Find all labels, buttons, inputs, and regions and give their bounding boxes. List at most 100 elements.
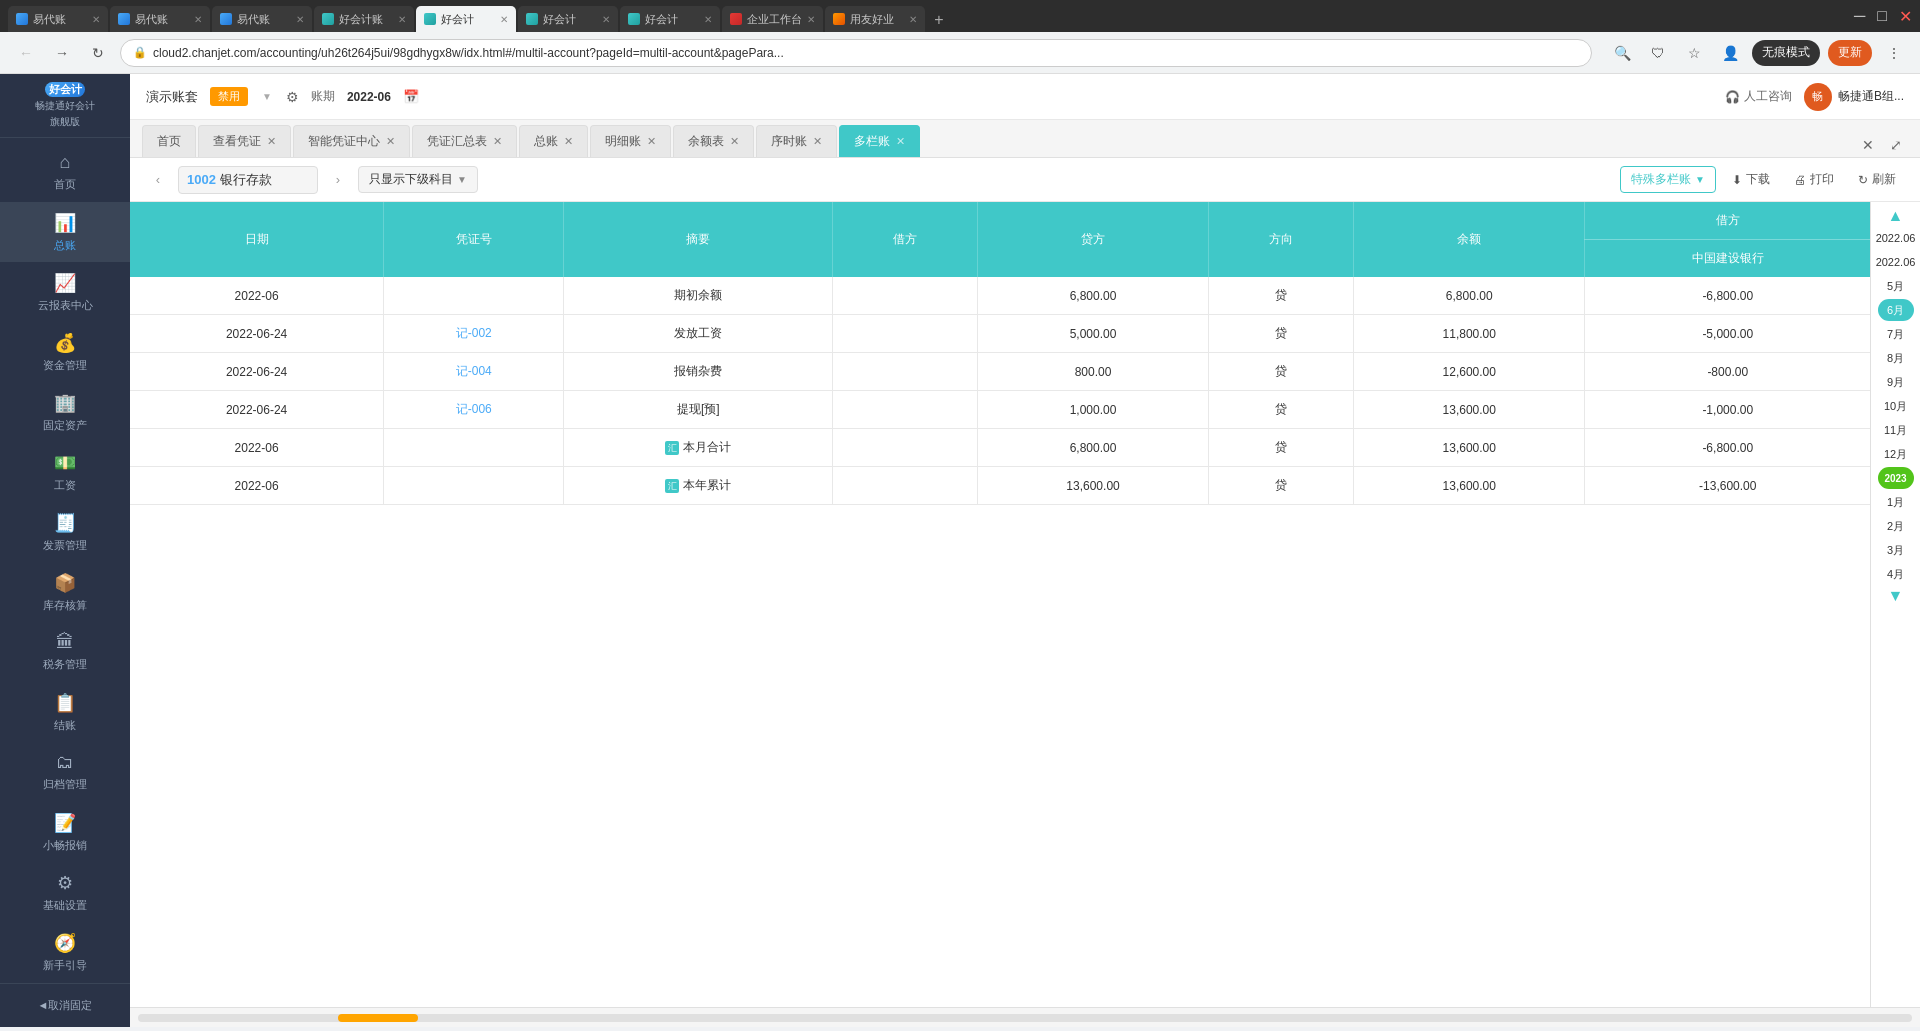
sidebar-item-payroll[interactable]: 💵 工资 bbox=[0, 442, 130, 502]
tab-close-7[interactable]: ✕ bbox=[704, 14, 712, 25]
sidebar-item-expense[interactable]: 📝 小畅报销 bbox=[0, 802, 130, 862]
back-button[interactable]: ← bbox=[12, 39, 40, 67]
chevron-down-icon[interactable]: ▼ bbox=[262, 91, 272, 102]
sub-filter-selector[interactable]: 只显示下级科目 ▼ bbox=[358, 166, 478, 193]
tab-voucher-summary[interactable]: 凭证汇总表 ✕ bbox=[412, 125, 517, 157]
sidebar-item-ledger[interactable]: 📊 总账 bbox=[0, 202, 130, 262]
timeline-month-10[interactable]: 10月 bbox=[1878, 395, 1914, 417]
browser-tab-1[interactable]: 易代账 ✕ bbox=[8, 6, 108, 32]
account-selector[interactable]: 1002 银行存款 bbox=[178, 166, 318, 194]
tab-close-3[interactable]: ✕ bbox=[296, 14, 304, 25]
tab-close-4[interactable]: ✕ bbox=[398, 14, 406, 25]
tab-balance[interactable]: 余额表 ✕ bbox=[673, 125, 754, 157]
wuhen-mode-button[interactable]: 无痕模式 bbox=[1752, 40, 1820, 66]
tab-close-voucher-view[interactable]: ✕ bbox=[267, 135, 276, 148]
cancel-pin-button[interactable]: ◄取消固定 bbox=[8, 992, 122, 1019]
download-button[interactable]: ⬇ 下载 bbox=[1724, 167, 1778, 192]
shield-icon[interactable]: 🛡 bbox=[1644, 39, 1672, 67]
scrollbar-thumb[interactable] bbox=[338, 1014, 418, 1022]
timeline-date-2[interactable]: 2022.06 bbox=[1878, 251, 1914, 273]
sidebar-item-reports[interactable]: 📈 云报表中心 bbox=[0, 262, 130, 322]
search-icon[interactable]: 🔍 bbox=[1608, 39, 1636, 67]
update-button[interactable]: 更新 bbox=[1828, 40, 1872, 66]
timeline-month-8[interactable]: 8月 bbox=[1878, 347, 1914, 369]
browser-tab-8[interactable]: 企业工作台 ✕ bbox=[722, 6, 823, 32]
tab-close-5[interactable]: ✕ bbox=[500, 14, 508, 25]
sidebar-item-tax[interactable]: 🏛 税务管理 bbox=[0, 622, 130, 682]
browser-tab-9[interactable]: 用友好业 ✕ bbox=[825, 6, 925, 32]
tab-collapse-icon[interactable]: ✕ bbox=[1856, 133, 1880, 157]
tab-close-6[interactable]: ✕ bbox=[602, 14, 610, 25]
tab-expand-icon[interactable]: ⤢ bbox=[1884, 133, 1908, 157]
tab-detail-ledger[interactable]: 明细账 ✕ bbox=[590, 125, 671, 157]
tab-close-1[interactable]: ✕ bbox=[92, 14, 100, 25]
forward-button[interactable]: → bbox=[48, 39, 76, 67]
sidebar-item-assets[interactable]: 🏢 固定资产 bbox=[0, 382, 130, 442]
sidebar-item-home[interactable]: ⌂ 首页 bbox=[0, 142, 130, 202]
star-icon[interactable]: ☆ bbox=[1680, 39, 1708, 67]
voucher-link[interactable]: 记-002 bbox=[456, 326, 492, 340]
settings-gear-icon[interactable]: ⚙ bbox=[286, 89, 299, 105]
service-button[interactable]: 🎧 人工咨询 bbox=[1725, 88, 1792, 105]
timeline-year-2023[interactable]: 2023 bbox=[1878, 467, 1914, 489]
tab-home[interactable]: 首页 bbox=[142, 125, 196, 157]
timeline-down-arrow[interactable]: ▼ bbox=[1886, 586, 1906, 606]
browser-tab-7[interactable]: 好会计 ✕ bbox=[620, 6, 720, 32]
tab-close-9[interactable]: ✕ bbox=[909, 14, 917, 25]
tab-close-2[interactable]: ✕ bbox=[194, 14, 202, 25]
voucher-link[interactable]: 记-006 bbox=[456, 402, 492, 416]
tab-sequence[interactable]: 序时账 ✕ bbox=[756, 125, 837, 157]
tab-close-smart-voucher[interactable]: ✕ bbox=[386, 135, 395, 148]
browser-tab-2[interactable]: 易代账 ✕ bbox=[110, 6, 210, 32]
horizontal-scrollbar[interactable] bbox=[138, 1014, 1912, 1022]
next-account-button[interactable]: › bbox=[326, 168, 350, 192]
sidebar-item-invoice[interactable]: 🧾 发票管理 bbox=[0, 502, 130, 562]
refresh-button[interactable]: ↻ bbox=[84, 39, 112, 67]
timeline-month-3[interactable]: 3月 bbox=[1878, 539, 1914, 561]
tab-general-ledger[interactable]: 总账 ✕ bbox=[519, 125, 588, 157]
calendar-icon[interactable]: 📅 bbox=[403, 89, 419, 104]
voucher-link[interactable]: 记-004 bbox=[456, 364, 492, 378]
timeline-month-5[interactable]: 5月 bbox=[1878, 275, 1914, 297]
timeline-month-7[interactable]: 7月 bbox=[1878, 323, 1914, 345]
tab-close-voucher-summary[interactable]: ✕ bbox=[493, 135, 502, 148]
timeline-month-9[interactable]: 9月 bbox=[1878, 371, 1914, 393]
tab-close-balance[interactable]: ✕ bbox=[730, 135, 739, 148]
sidebar-item-archive[interactable]: 🗂 归档管理 bbox=[0, 742, 130, 802]
address-box[interactable]: 🔒 cloud2.chanjet.com/accounting/uh26t264… bbox=[120, 39, 1592, 67]
tab-voucher-view[interactable]: 查看凭证 ✕ bbox=[198, 125, 291, 157]
tab-close-sequence[interactable]: ✕ bbox=[813, 135, 822, 148]
more-menu-icon[interactable]: ⋮ bbox=[1880, 39, 1908, 67]
browser-tab-5[interactable]: 好会计 ✕ bbox=[416, 6, 516, 32]
sidebar-item-guide[interactable]: 🧭 新手引导 bbox=[0, 922, 130, 982]
multi-col-button[interactable]: 特殊多栏账 ▼ bbox=[1620, 166, 1716, 193]
user-avatar-area[interactable]: 畅 畅捷通B组... bbox=[1804, 83, 1904, 111]
tab-close-8[interactable]: ✕ bbox=[807, 14, 815, 25]
timeline-month-2[interactable]: 2月 bbox=[1878, 515, 1914, 537]
tab-close-multi-col[interactable]: ✕ bbox=[896, 135, 905, 148]
refresh-button[interactable]: ↻ 刷新 bbox=[1850, 167, 1904, 192]
browser-tab-6[interactable]: 好会计 ✕ bbox=[518, 6, 618, 32]
tab-multi-col[interactable]: 多栏账 ✕ bbox=[839, 125, 920, 157]
maximize-button[interactable]: □ bbox=[1877, 7, 1887, 25]
sidebar-item-close[interactable]: 📋 结账 bbox=[0, 682, 130, 742]
timeline-up-arrow[interactable]: ▲ bbox=[1886, 206, 1906, 226]
timeline-month-11[interactable]: 11月 bbox=[1878, 419, 1914, 441]
timeline-month-6[interactable]: 6月 bbox=[1878, 299, 1914, 321]
close-button[interactable]: ✕ bbox=[1899, 7, 1912, 26]
sidebar-item-inventory[interactable]: 📦 库存核算 bbox=[0, 562, 130, 622]
tab-smart-voucher[interactable]: 智能凭证中心 ✕ bbox=[293, 125, 410, 157]
print-button[interactable]: 🖨 打印 bbox=[1786, 167, 1842, 192]
timeline-date-1[interactable]: 2022.06 bbox=[1878, 227, 1914, 249]
new-tab-button[interactable]: + bbox=[927, 8, 951, 32]
timeline-month-4[interactable]: 4月 bbox=[1878, 563, 1914, 585]
browser-tab-4[interactable]: 好会计账 ✕ bbox=[314, 6, 414, 32]
tab-close-general-ledger[interactable]: ✕ bbox=[564, 135, 573, 148]
demo-badge[interactable]: 禁用 bbox=[210, 87, 248, 106]
sidebar-item-settings[interactable]: ⚙ 基础设置 bbox=[0, 862, 130, 922]
timeline-month-1[interactable]: 1月 bbox=[1878, 491, 1914, 513]
timeline-month-12[interactable]: 12月 bbox=[1878, 443, 1914, 465]
prev-account-button[interactable]: ‹ bbox=[146, 168, 170, 192]
profile-icon[interactable]: 👤 bbox=[1716, 39, 1744, 67]
minimize-button[interactable]: ─ bbox=[1854, 7, 1865, 25]
